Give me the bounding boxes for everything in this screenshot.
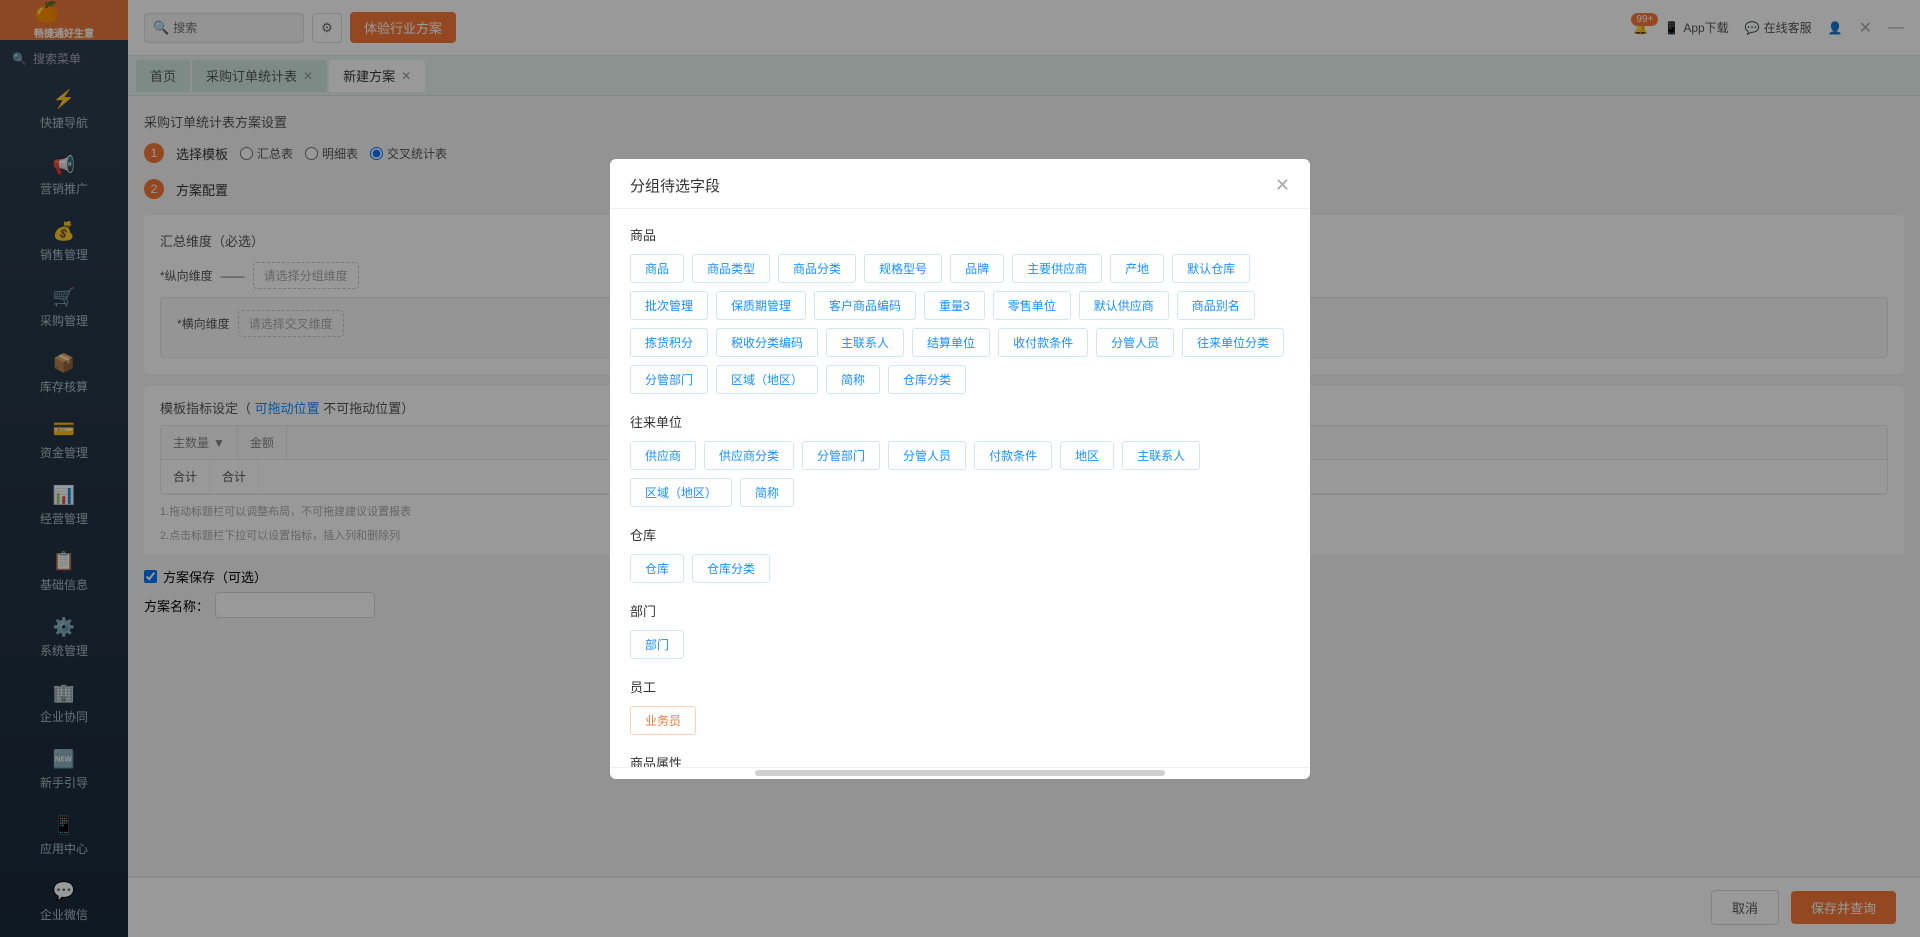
tag-staff-0[interactable]: 业务员 (630, 706, 696, 735)
section-staff-tags: 业务员 (630, 706, 1290, 735)
tag-goods-20[interactable]: 分管人员 (1096, 328, 1174, 357)
section-warehouse-tags: 仓库 仓库分类 (630, 554, 1290, 583)
section-dept-title: 部门 (630, 601, 1290, 620)
section-warehouse: 仓库 仓库 仓库分类 (630, 525, 1290, 583)
tag-goods-13[interactable]: 默认供应商 (1079, 291, 1169, 320)
tag-partner-5[interactable]: 地区 (1060, 441, 1114, 470)
tag-goods-7[interactable]: 默认仓库 (1172, 254, 1250, 283)
tag-goods-16[interactable]: 税收分类编码 (716, 328, 818, 357)
tag-partner-1[interactable]: 供应商分类 (704, 441, 794, 470)
tag-partner-4[interactable]: 付款条件 (974, 441, 1052, 470)
tag-warehouse-1[interactable]: 仓库分类 (692, 554, 770, 583)
section-staff-title: 员工 (630, 677, 1290, 696)
section-partner-title: 往来单位 (630, 412, 1290, 431)
section-dept: 部门 部门 (630, 601, 1290, 659)
tag-goods-9[interactable]: 保质期管理 (716, 291, 806, 320)
tag-goods-19[interactable]: 收付款条件 (998, 328, 1088, 357)
tag-dept-0[interactable]: 部门 (630, 630, 684, 659)
tag-goods-25[interactable]: 仓库分类 (888, 365, 966, 394)
tag-partner-6[interactable]: 主联系人 (1122, 441, 1200, 470)
tag-goods-0[interactable]: 商品 (630, 254, 684, 283)
tag-goods-24[interactable]: 简称 (826, 365, 880, 394)
section-staff: 员工 业务员 (630, 677, 1290, 735)
hscrollbar-thumb[interactable] (755, 770, 1165, 776)
tag-partner-8[interactable]: 简称 (740, 478, 794, 507)
tag-goods-17[interactable]: 主联系人 (826, 328, 904, 357)
tag-partner-0[interactable]: 供应商 (630, 441, 696, 470)
tag-goods-1[interactable]: 商品类型 (692, 254, 770, 283)
section-goods-tags: 商品 商品类型 商品分类 规格型号 品牌 主要供应商 产地 默认仓库 批次管理 … (630, 254, 1290, 394)
tag-partner-3[interactable]: 分管人员 (888, 441, 966, 470)
section-goods-title: 商品 (630, 225, 1290, 244)
tag-goods-22[interactable]: 分管部门 (630, 365, 708, 394)
tag-warehouse-0[interactable]: 仓库 (630, 554, 684, 583)
modal-close-button[interactable]: ✕ (1275, 175, 1290, 196)
tag-goods-18[interactable]: 结算单位 (912, 328, 990, 357)
modal-hscrollbar[interactable] (610, 767, 1310, 779)
tag-goods-6[interactable]: 产地 (1110, 254, 1164, 283)
tag-partner-2[interactable]: 分管部门 (802, 441, 880, 470)
section-partner-tags: 供应商 供应商分类 分管部门 分管人员 付款条件 地区 主联系人 区域（地区） … (630, 441, 1290, 507)
section-dept-tags: 部门 (630, 630, 1290, 659)
tag-goods-4[interactable]: 品牌 (950, 254, 1004, 283)
tag-goods-5[interactable]: 主要供应商 (1012, 254, 1102, 283)
section-warehouse-title: 仓库 (630, 525, 1290, 544)
tag-goods-21[interactable]: 往来单位分类 (1182, 328, 1284, 357)
modal-body[interactable]: 商品 商品 商品类型 商品分类 规格型号 品牌 主要供应商 产地 默认仓库 批次… (610, 209, 1310, 767)
section-partner: 往来单位 供应商 供应商分类 分管部门 分管人员 付款条件 地区 主联系人 区域… (630, 412, 1290, 507)
tag-goods-14[interactable]: 商品别名 (1177, 291, 1255, 320)
tag-partner-7[interactable]: 区域（地区） (630, 478, 732, 507)
section-goods: 商品 商品 商品类型 商品分类 规格型号 品牌 主要供应商 产地 默认仓库 批次… (630, 225, 1290, 394)
section-attr-title: 商品属性 (630, 753, 1290, 767)
tag-goods-8[interactable]: 批次管理 (630, 291, 708, 320)
modal-header: 分组待选字段 ✕ (610, 159, 1310, 209)
tag-goods-2[interactable]: 商品分类 (778, 254, 856, 283)
section-attr: 商品属性 属性 颜色 多规格 尺码 鞋码 1 (630, 753, 1290, 767)
modal-title: 分组待选字段 (630, 175, 720, 196)
tag-goods-11[interactable]: 重量3 (924, 291, 985, 320)
tag-goods-10[interactable]: 客户商品编码 (814, 291, 916, 320)
tag-goods-3[interactable]: 规格型号 (864, 254, 942, 283)
tag-goods-12[interactable]: 零售单位 (993, 291, 1071, 320)
tag-goods-15[interactable]: 拣货积分 (630, 328, 708, 357)
modal-dialog: 分组待选字段 ✕ 商品 商品 商品类型 商品分类 规格型号 品牌 主要供应商 产… (610, 159, 1310, 779)
tag-goods-23[interactable]: 区域（地区） (716, 365, 818, 394)
